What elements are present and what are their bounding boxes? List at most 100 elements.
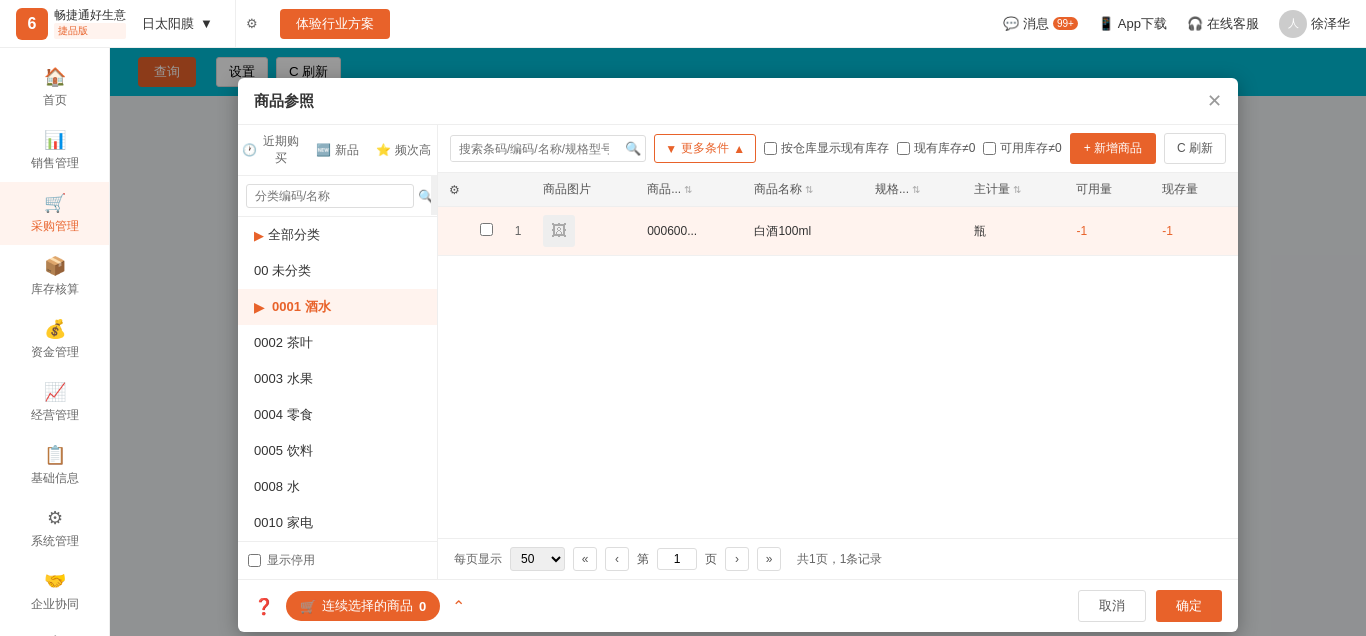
sidebar-item-finance[interactable]: 💰 资金管理	[0, 308, 109, 371]
refresh-button[interactable]: C 刷新	[1164, 133, 1226, 164]
row-image-cell: 🖼	[533, 207, 637, 256]
next-page-button[interactable]: ›	[725, 547, 749, 571]
cart-icon: 🛒	[300, 599, 316, 614]
cat-item-00[interactable]: 00 未分类	[238, 253, 437, 289]
help-icon[interactable]: ❓	[254, 597, 274, 616]
tab-new[interactable]: 🆕 新品	[304, 125, 370, 175]
cat-code-00: 00 未分类	[254, 262, 311, 280]
sidebar-item-label-sales: 销售管理	[31, 155, 79, 172]
filter-icon: ▼	[665, 142, 677, 156]
cat-item-0003[interactable]: 0003 水果	[238, 361, 437, 397]
sidebar-item-inventory[interactable]: 📦 库存核算	[0, 245, 109, 308]
row-available: -1	[1066, 207, 1152, 256]
top-nav: 6 畅捷通好生意 捷品版 日太阳膜 ▼ ⚙ 体验行业方案 💬 消息 99+ 📱 …	[0, 0, 1366, 48]
usable-ne0-label[interactable]: 可用库存≠0	[983, 140, 1061, 157]
cat-item-label: 全部分类	[268, 226, 320, 244]
tab-new-label: 新品	[335, 142, 359, 159]
nav-store-dropdown[interactable]: 日太阳膜 ▼	[126, 0, 236, 48]
logo-text: 畅捷通好生意	[54, 8, 126, 24]
chevron-down-icon: ▼	[200, 16, 213, 31]
sidebar-item-purchase[interactable]: 🛒 采购管理	[0, 182, 109, 245]
usable-ne0-checkbox[interactable]	[983, 142, 996, 155]
cat-item-0002[interactable]: 0002 茶叶	[238, 325, 437, 361]
prev-page-button[interactable]: ‹	[605, 547, 629, 571]
cancel-button[interactable]: 取消	[1078, 590, 1146, 622]
sidebar-item-operation[interactable]: 📈 经营管理	[0, 371, 109, 434]
message-badge: 99+	[1053, 17, 1078, 30]
show-stock-by-warehouse-label[interactable]: 按仓库显示现有库存	[764, 140, 889, 157]
basic-info-icon: 📋	[44, 444, 66, 466]
first-page-button[interactable]: «	[573, 547, 597, 571]
category-search-input[interactable]	[246, 184, 414, 208]
per-page-select[interactable]: 50 10 20 100	[510, 547, 565, 571]
filter-button[interactable]: ▼ 更多条件 ▲	[654, 134, 756, 163]
col-image: 商品图片	[533, 173, 637, 207]
new-icon: 🆕	[316, 143, 331, 157]
modal-close-button[interactable]: ✕	[1207, 90, 1222, 112]
cart-button[interactable]: 🛒 连续选择的商品 0	[286, 591, 440, 621]
panel-collapse-button[interactable]: ‹	[431, 175, 438, 215]
available-ne0-label[interactable]: 现有库存≠0	[897, 140, 975, 157]
enterprise-icon: 🤝	[44, 570, 66, 592]
user-item[interactable]: 人 徐泽华	[1279, 10, 1350, 38]
modal-overlay: 商品参照 ✕ 🕐 近期购买 🆕	[110, 48, 1366, 636]
sidebar-item-home[interactable]: 🏠 首页	[0, 56, 109, 119]
trial-button[interactable]: 体验行业方案	[280, 9, 390, 39]
cat-item-0001[interactable]: ▶ 0001 酒水	[238, 289, 437, 325]
sidebar-item-basic-info[interactable]: 📋 基础信息	[0, 434, 109, 497]
product-thumbnail: 🖼	[543, 215, 575, 247]
add-product-button[interactable]: + 新增商品	[1070, 133, 1156, 164]
search-icon[interactable]: 🔍	[617, 136, 646, 161]
page-suffix: 页	[705, 551, 717, 568]
col-code[interactable]: 商品...	[637, 173, 744, 207]
row-checkbox-cell[interactable]	[470, 207, 503, 256]
search-input-wrap: 🔍	[450, 135, 646, 162]
cat-item-0001-label: 0001 酒水	[272, 298, 331, 316]
show-stock-by-warehouse-checkbox[interactable]	[764, 142, 777, 155]
tab-frequent[interactable]: ⭐ 频次高	[371, 125, 437, 175]
cat-item-0005[interactable]: 0005 饮料	[238, 433, 437, 469]
product-table: ⚙ 商品图片 商品... 商品名称 规格... 主计量 可用量	[438, 173, 1238, 256]
sales-icon: 📊	[44, 129, 66, 151]
col-settings[interactable]: ⚙	[438, 173, 470, 207]
col-name[interactable]: 商品名称	[744, 173, 865, 207]
tab-recent[interactable]: 🕐 近期购买	[238, 125, 304, 175]
message-icon: 💬	[1003, 16, 1019, 31]
gear-icon[interactable]: ⚙	[236, 8, 268, 40]
last-page-button[interactable]: »	[757, 547, 781, 571]
app-download-item[interactable]: 📱 App下载	[1098, 15, 1167, 33]
arrow-active-icon: ▶	[254, 300, 264, 315]
system-icon: ⚙	[47, 507, 63, 529]
cart-label: 连续选择的商品	[322, 597, 413, 615]
available-ne0-checkbox[interactable]	[897, 142, 910, 155]
modal-header: 商品参照 ✕	[238, 78, 1238, 125]
col-num	[503, 173, 533, 207]
sidebar-item-enterprise[interactable]: 🤝 企业协同	[0, 560, 109, 623]
cat-item-0004[interactable]: 0004 零食	[238, 397, 437, 433]
cat-item-0010[interactable]: 0010 家电	[238, 505, 437, 541]
confirm-button[interactable]: 确定	[1156, 590, 1222, 622]
arrow-right-icon: ▶	[254, 228, 264, 243]
message-item[interactable]: 💬 消息 99+	[1003, 15, 1078, 33]
col-spec[interactable]: 规格...	[865, 173, 964, 207]
finance-icon: 💰	[44, 318, 66, 340]
row-name: 白酒100ml	[744, 207, 865, 256]
show-disabled-checkbox[interactable]	[248, 554, 261, 567]
mobile-icon: 📱	[1098, 16, 1114, 31]
row-checkbox[interactable]	[480, 223, 493, 236]
filter-label: 更多条件	[681, 140, 729, 157]
table-row[interactable]: 1 🖼 000600... 白酒100ml 瓶 -1	[438, 207, 1238, 256]
sidebar-item-sales[interactable]: 📊 销售管理	[0, 119, 109, 182]
col-unit[interactable]: 主计量	[964, 173, 1066, 207]
toolbar-right: + 新增商品 C 刷新	[1070, 133, 1226, 164]
page-number-input[interactable]	[657, 548, 697, 570]
purchase-icon: 🛒	[44, 192, 66, 214]
product-search-input[interactable]	[451, 137, 617, 161]
online-service-item[interactable]: 🎧 在线客服	[1187, 15, 1259, 33]
sidebar-item-guide[interactable]: 🎓 新手引导	[0, 623, 109, 636]
cat-item-0010-label: 0010 家电	[254, 514, 313, 532]
cat-item-0008[interactable]: 0008 水	[238, 469, 437, 505]
sidebar-item-system[interactable]: ⚙ 系统管理	[0, 497, 109, 560]
footer-collapse-icon[interactable]: ⌃	[452, 597, 465, 616]
cat-item-all[interactable]: ▶ 全部分类	[238, 217, 437, 253]
